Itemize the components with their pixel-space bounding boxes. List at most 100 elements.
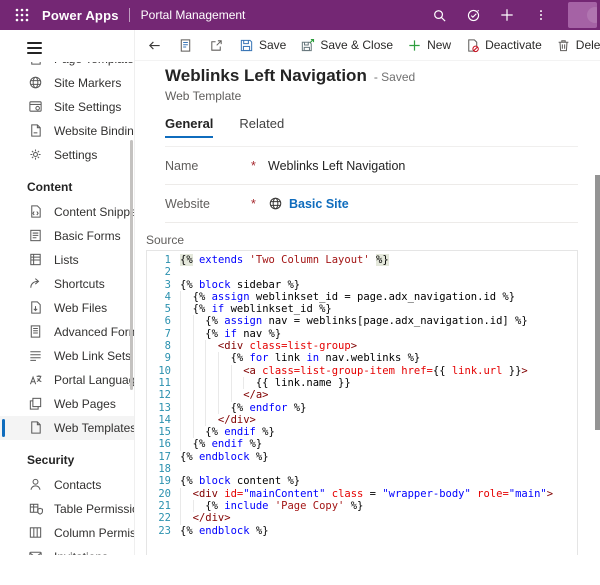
website-lookup-value[interactable]: Basic Site: [268, 196, 349, 211]
sidebar-item-portal-languages[interactable]: Portal Languages: [0, 368, 134, 392]
deactivate-button[interactable]: Deactivate: [458, 31, 549, 59]
line-number: 17: [158, 450, 171, 463]
sidebar-item-lists[interactable]: Lists: [0, 248, 134, 272]
sidebar-item-shortcuts[interactable]: Shortcuts: [0, 272, 134, 296]
source-code-editor[interactable]: 1 {% extends 'Two Column Layout' %} 2 3 {% b…: [146, 250, 578, 555]
line-number: 14: [158, 413, 171, 426]
indent-guide: [218, 389, 231, 401]
back-button[interactable]: [139, 31, 170, 59]
indent-guide: [180, 315, 193, 327]
sidebar-scrollbar[interactable]: [130, 140, 133, 390]
code-line-23[interactable]: 23 {% endblock %}: [147, 525, 577, 537]
sidebar-item-web-files[interactable]: Web Files: [0, 296, 134, 320]
page-scrollbar[interactable]: [594, 60, 600, 585]
indent-guide: [180, 303, 193, 315]
save-and-close-button[interactable]: Save & Close: [293, 31, 400, 59]
form-icon: [27, 228, 43, 244]
form-selector-icon[interactable]: [170, 31, 201, 59]
code-line-13[interactable]: 13 {% endfor %}: [147, 402, 577, 414]
code-line-8[interactable]: 8 <div class=list-group>: [147, 340, 577, 352]
code-line-11[interactable]: 11 {{ link.name }}: [147, 377, 577, 389]
line-number: 18: [158, 463, 171, 476]
code-line-20[interactable]: 20 <div id="mainContent" class = "wrapper…: [147, 488, 577, 500]
add-icon[interactable]: [494, 0, 520, 30]
deactivate-label: Deactivate: [485, 38, 542, 52]
waffle-icon[interactable]: [8, 0, 36, 30]
app-title[interactable]: Power Apps: [42, 8, 119, 23]
code-line-19[interactable]: 19 {% block content %}: [147, 475, 577, 487]
indent-guide: [193, 315, 206, 327]
line-number: 23: [158, 524, 171, 537]
code-text: {% if nav %}: [180, 328, 281, 340]
delete-label: Delete: [575, 38, 600, 52]
nav-section-header-security: Security: [27, 452, 75, 467]
line-number: 11: [158, 376, 171, 389]
popout-icon[interactable]: [201, 31, 232, 59]
save-and-close-label: Save & Close: [320, 38, 394, 52]
indent-guide: [205, 377, 218, 389]
adv-form-icon: [27, 324, 43, 340]
code-line-5[interactable]: 5 {% if weblinkset_id %}: [147, 303, 577, 315]
sidebar-item-content-snippets[interactable]: Content Snippets: [0, 200, 134, 224]
sidebar-item-site-settings[interactable]: Site Settings: [0, 95, 134, 119]
indent-guide: [193, 389, 206, 401]
code-line-15[interactable]: 15 {% endif %}: [147, 426, 577, 438]
code-line-6[interactable]: 6 {% assign nav = weblinks[page.adx_navig…: [147, 315, 577, 327]
sidebar-item-contacts[interactable]: Contacts: [0, 473, 134, 497]
page-scrollbar-thumb[interactable]: [595, 175, 600, 430]
more-options-icon[interactable]: [528, 0, 554, 30]
line-number: 4: [164, 290, 171, 303]
new-button[interactable]: New: [400, 31, 458, 59]
sidebar-item-page-templates[interactable]: Page Templates: [0, 61, 134, 71]
code-text: {{ link.name }}: [180, 377, 351, 389]
code-line-4[interactable]: 4 {% assign weblinkset_id = page.adx_navi…: [147, 291, 577, 303]
sidebar-item-web-pages[interactable]: Web Pages: [0, 392, 134, 416]
environment-check-icon[interactable]: [460, 0, 486, 30]
code-line-2[interactable]: 2: [147, 266, 577, 278]
code-line-21[interactable]: 21 {% include 'Page Copy' %}: [147, 500, 577, 512]
indent-guide: [218, 377, 231, 389]
code-line-3[interactable]: 3 {% block sidebar %}: [147, 279, 577, 291]
code-line-14[interactable]: 14 </div>: [147, 414, 577, 426]
sidebar-item-settings[interactable]: Settings: [0, 143, 134, 167]
sidebar-item-website-bindings[interactable]: Website Bindings: [0, 119, 134, 143]
code-text: {% assign nav = weblinks[page.adx_naviga…: [180, 315, 527, 327]
header-divider: [128, 8, 130, 22]
sidebar-item-invitations[interactable]: Invitations: [0, 545, 134, 555]
sidebar-item-column-permissio[interactable]: Column Permissio…: [0, 521, 134, 545]
save-button[interactable]: Save: [232, 31, 293, 59]
environment-name[interactable]: Portal Management: [141, 8, 246, 22]
person-icon: [27, 477, 43, 493]
indent-guide: [193, 328, 206, 340]
code-line-10[interactable]: 10 <a class=list-group-item href={{ link.…: [147, 365, 577, 377]
tab-general[interactable]: General: [165, 116, 214, 138]
code-line-22[interactable]: 22 </div>: [147, 512, 577, 524]
tab-related[interactable]: Related: [239, 116, 284, 138]
indent-guide: [218, 365, 231, 377]
sidebar-item-label: Content Snippets: [54, 204, 134, 219]
avatar[interactable]: [568, 2, 597, 28]
name-field-row: Name * Weblinks Left Navigation: [165, 147, 578, 185]
hamburger-icon[interactable]: [27, 42, 42, 54]
sidebar-item-advanced-forms[interactable]: Advanced Forms: [0, 320, 134, 344]
sidebar-item-web-templates[interactable]: Web Templates: [0, 415, 134, 440]
code-line-9[interactable]: 9 {% for link in nav.weblinks %}: [147, 352, 577, 364]
page-template-icon: [27, 61, 43, 67]
sidebar-item-label: Basic Forms: [54, 228, 121, 243]
indent-guide: [218, 352, 231, 364]
sidebar-item-site-markers[interactable]: Site Markers: [0, 71, 134, 95]
delete-button[interactable]: Delete: [549, 31, 600, 59]
sidebar-item-table-permissions[interactable]: Table Permissions: [0, 497, 134, 521]
source-field-label: Source: [146, 233, 185, 247]
code-line-7[interactable]: 7 {% if nav %}: [147, 328, 577, 340]
code-line-17[interactable]: 17 {% endblock %}: [147, 451, 577, 463]
sidebar-item-basic-forms[interactable]: Basic Forms: [0, 224, 134, 248]
name-field-value[interactable]: Weblinks Left Navigation: [268, 159, 405, 173]
code-line-16[interactable]: 16 {% endif %}: [147, 438, 577, 450]
code-line-1[interactable]: 1 {% extends 'Two Column Layout' %}: [147, 254, 577, 266]
sidebar-item-label: Site Settings: [54, 99, 122, 114]
search-icon[interactable]: [426, 0, 452, 30]
sidebar-item-web-link-sets[interactable]: Web Link Sets: [0, 344, 134, 368]
code-line-12[interactable]: 12 </a>: [147, 389, 577, 401]
code-line-18[interactable]: 18: [147, 463, 577, 475]
